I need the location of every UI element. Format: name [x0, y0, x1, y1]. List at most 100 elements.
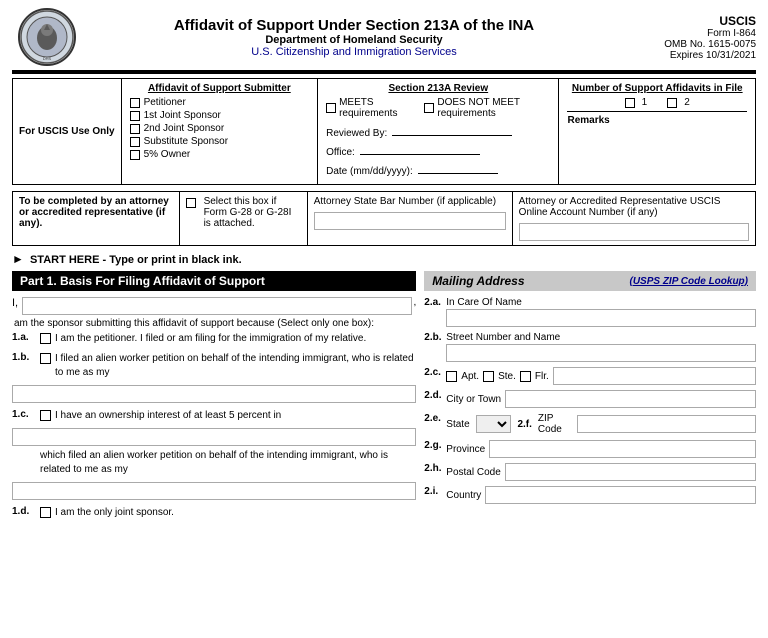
- not-meet-checkbox[interactable]: [424, 103, 434, 113]
- apt-number-input[interactable]: [553, 367, 756, 385]
- ste-checkbox[interactable]: [483, 371, 494, 382]
- i-label: I,: [12, 297, 18, 309]
- addr-2a-content: In Care Of Name: [446, 297, 756, 327]
- mailing-title: Mailing Address: [432, 274, 524, 288]
- joint2-checkbox[interactable]: [130, 124, 140, 134]
- office-field[interactable]: [360, 142, 480, 155]
- addr-2h-row: 2.h. Postal Code: [424, 463, 756, 481]
- header-right: USCIS Form I-864 OMB No. 1615-0075 Expir…: [626, 14, 756, 61]
- review-title: Section 213A Review: [326, 83, 550, 94]
- apt-checkbox[interactable]: [446, 371, 457, 382]
- substitute-checkbox[interactable]: [130, 137, 140, 147]
- joint1-checkbox[interactable]: [130, 111, 140, 121]
- zip-input[interactable]: [577, 415, 756, 433]
- question-1d-row: 1.d. I am the only joint sponsor.: [12, 506, 416, 520]
- addr-2d-row: 2.d. City or Town: [424, 390, 756, 408]
- addr-2a-input[interactable]: [446, 309, 756, 327]
- flr-label: Flr.: [535, 371, 549, 382]
- online-account-column: Attorney or Accredited Representative US…: [513, 192, 755, 245]
- owner-checkbox[interactable]: [130, 150, 140, 160]
- q1b-checkbox[interactable]: [40, 353, 51, 364]
- sponsor-name-input[interactable]: [22, 297, 411, 315]
- province-input[interactable]: [489, 440, 756, 458]
- mailing-header: Mailing Address (USPS ZIP Code Lookup): [424, 271, 756, 291]
- addr-2d-inner: City or Town: [446, 390, 756, 408]
- addr-2d-num: 2.d.: [424, 390, 446, 401]
- joint2-row: 2nd Joint Sponsor: [130, 123, 310, 134]
- q1c-company-input[interactable]: [12, 428, 416, 446]
- question-1a-section: 1.a. I am the petitioner. I filed or am …: [12, 332, 416, 346]
- petitioner-label: Petitioner: [144, 97, 186, 108]
- number-1-checkbox[interactable]: [625, 98, 635, 108]
- header-divider: [12, 70, 756, 74]
- number-1-label: 1: [642, 97, 648, 108]
- country-input[interactable]: [485, 486, 756, 504]
- right-column: Mailing Address (USPS ZIP Code Lookup) 2…: [424, 271, 756, 526]
- comma: ,: [414, 297, 417, 308]
- svg-text:DHS: DHS: [43, 56, 52, 61]
- meets-checkbox[interactable]: [326, 103, 336, 113]
- addr-2i-num: 2.i.: [424, 486, 446, 497]
- part1-header: Part 1. Basis For Filing Affidavit of Su…: [12, 271, 416, 291]
- q1b-input[interactable]: [12, 385, 416, 403]
- start-here-notice: ► START HERE - Type or print in black in…: [12, 252, 756, 266]
- office-label: Office:: [326, 147, 355, 158]
- question-1b-section: 1.b. I filed an alien worker petition on…: [12, 352, 416, 403]
- submitter-title: Affidavit of Support Submitter: [130, 83, 310, 94]
- addr-2d-content: City or Town: [446, 390, 756, 408]
- addr-2g-inner: Province: [446, 440, 756, 458]
- addr-2b-input[interactable]: [446, 344, 756, 362]
- question-1c-cont-row: which filed an alien worker petition on …: [12, 449, 416, 477]
- main-content: Part 1. Basis For Filing Affidavit of Su…: [12, 271, 756, 526]
- part1-header-text: Part 1. Basis For Filing Affidavit of Su…: [20, 274, 265, 288]
- question-1d-section: 1.d. I am the only joint sponsor.: [12, 506, 416, 520]
- addr-2i-content: Country: [446, 486, 756, 504]
- addr-2h-content: Postal Code: [446, 463, 756, 481]
- left-column: Part 1. Basis For Filing Affidavit of Su…: [12, 271, 416, 526]
- state-zip-row: State 2.f. ZIP Code: [446, 413, 756, 435]
- reviewed-by-field[interactable]: [392, 123, 512, 136]
- addr-2a-num: 2.a.: [424, 297, 446, 308]
- zip-label: ZIP Code: [538, 413, 571, 435]
- state-select[interactable]: [476, 415, 512, 433]
- q1c-relation-input[interactable]: [12, 482, 416, 500]
- number-1-row: 1: [625, 97, 648, 108]
- owner-row: 5% Owner: [130, 149, 310, 160]
- date-field[interactable]: [418, 161, 498, 174]
- agency-logo: DHS: [18, 8, 76, 66]
- q1c-checkbox[interactable]: [40, 410, 51, 421]
- addr-2c-multi: Apt. Ste. Flr.: [446, 367, 756, 385]
- q1c-num: 1.c.: [12, 409, 40, 420]
- q1a-checkbox[interactable]: [40, 333, 51, 344]
- attorney-description-text: To be completed by an attorney or accred…: [19, 196, 169, 229]
- postal-code-input[interactable]: [505, 463, 756, 481]
- addr-2a-row: 2.a. In Care Of Name: [424, 297, 756, 327]
- number-2-checkbox[interactable]: [667, 98, 677, 108]
- q1d-checkbox[interactable]: [40, 507, 51, 518]
- number-column: Number of Support Affidavits in File 1 2…: [559, 79, 755, 184]
- attorney-description: To be completed by an attorney or accred…: [13, 192, 180, 245]
- omb-number: OMB No. 1615-0075: [626, 39, 756, 50]
- bar-number-input[interactable]: [314, 212, 506, 230]
- reviewed-by-row: Reviewed By:: [326, 123, 550, 139]
- q1d-text: I am the only joint sponsor.: [55, 506, 416, 520]
- addr-2b-row: 2.b. Street Number and Name: [424, 332, 756, 362]
- sponsor-text: am the sponsor submitting this affidavit…: [14, 318, 416, 329]
- q1b-text: I filed an alien worker petition on beha…: [55, 352, 416, 380]
- number-title: Number of Support Affidavits in File: [567, 83, 747, 94]
- g28-label: Select this box if Form G-28 or G-28I is…: [204, 196, 301, 229]
- meets-label: MEETS requirements: [339, 97, 414, 119]
- usps-link[interactable]: (USPS ZIP Code Lookup): [629, 276, 748, 287]
- review-column: Section 213A Review MEETS requirements D…: [318, 79, 559, 184]
- remarks-section: Remarks: [567, 111, 747, 156]
- g28-checkbox[interactable]: [186, 198, 196, 208]
- petitioner-checkbox[interactable]: [130, 98, 140, 108]
- agency-name: USCIS: [626, 14, 756, 28]
- flr-checkbox[interactable]: [520, 371, 531, 382]
- bar-number-column: Attorney State Bar Number (if applicable…: [308, 192, 513, 245]
- city-input[interactable]: [505, 390, 756, 408]
- online-account-input[interactable]: [519, 223, 749, 241]
- addr-2h-num: 2.h.: [424, 463, 446, 474]
- arrow-icon: ►: [12, 252, 24, 266]
- online-account-label: Attorney or Accredited Representative US…: [519, 196, 749, 218]
